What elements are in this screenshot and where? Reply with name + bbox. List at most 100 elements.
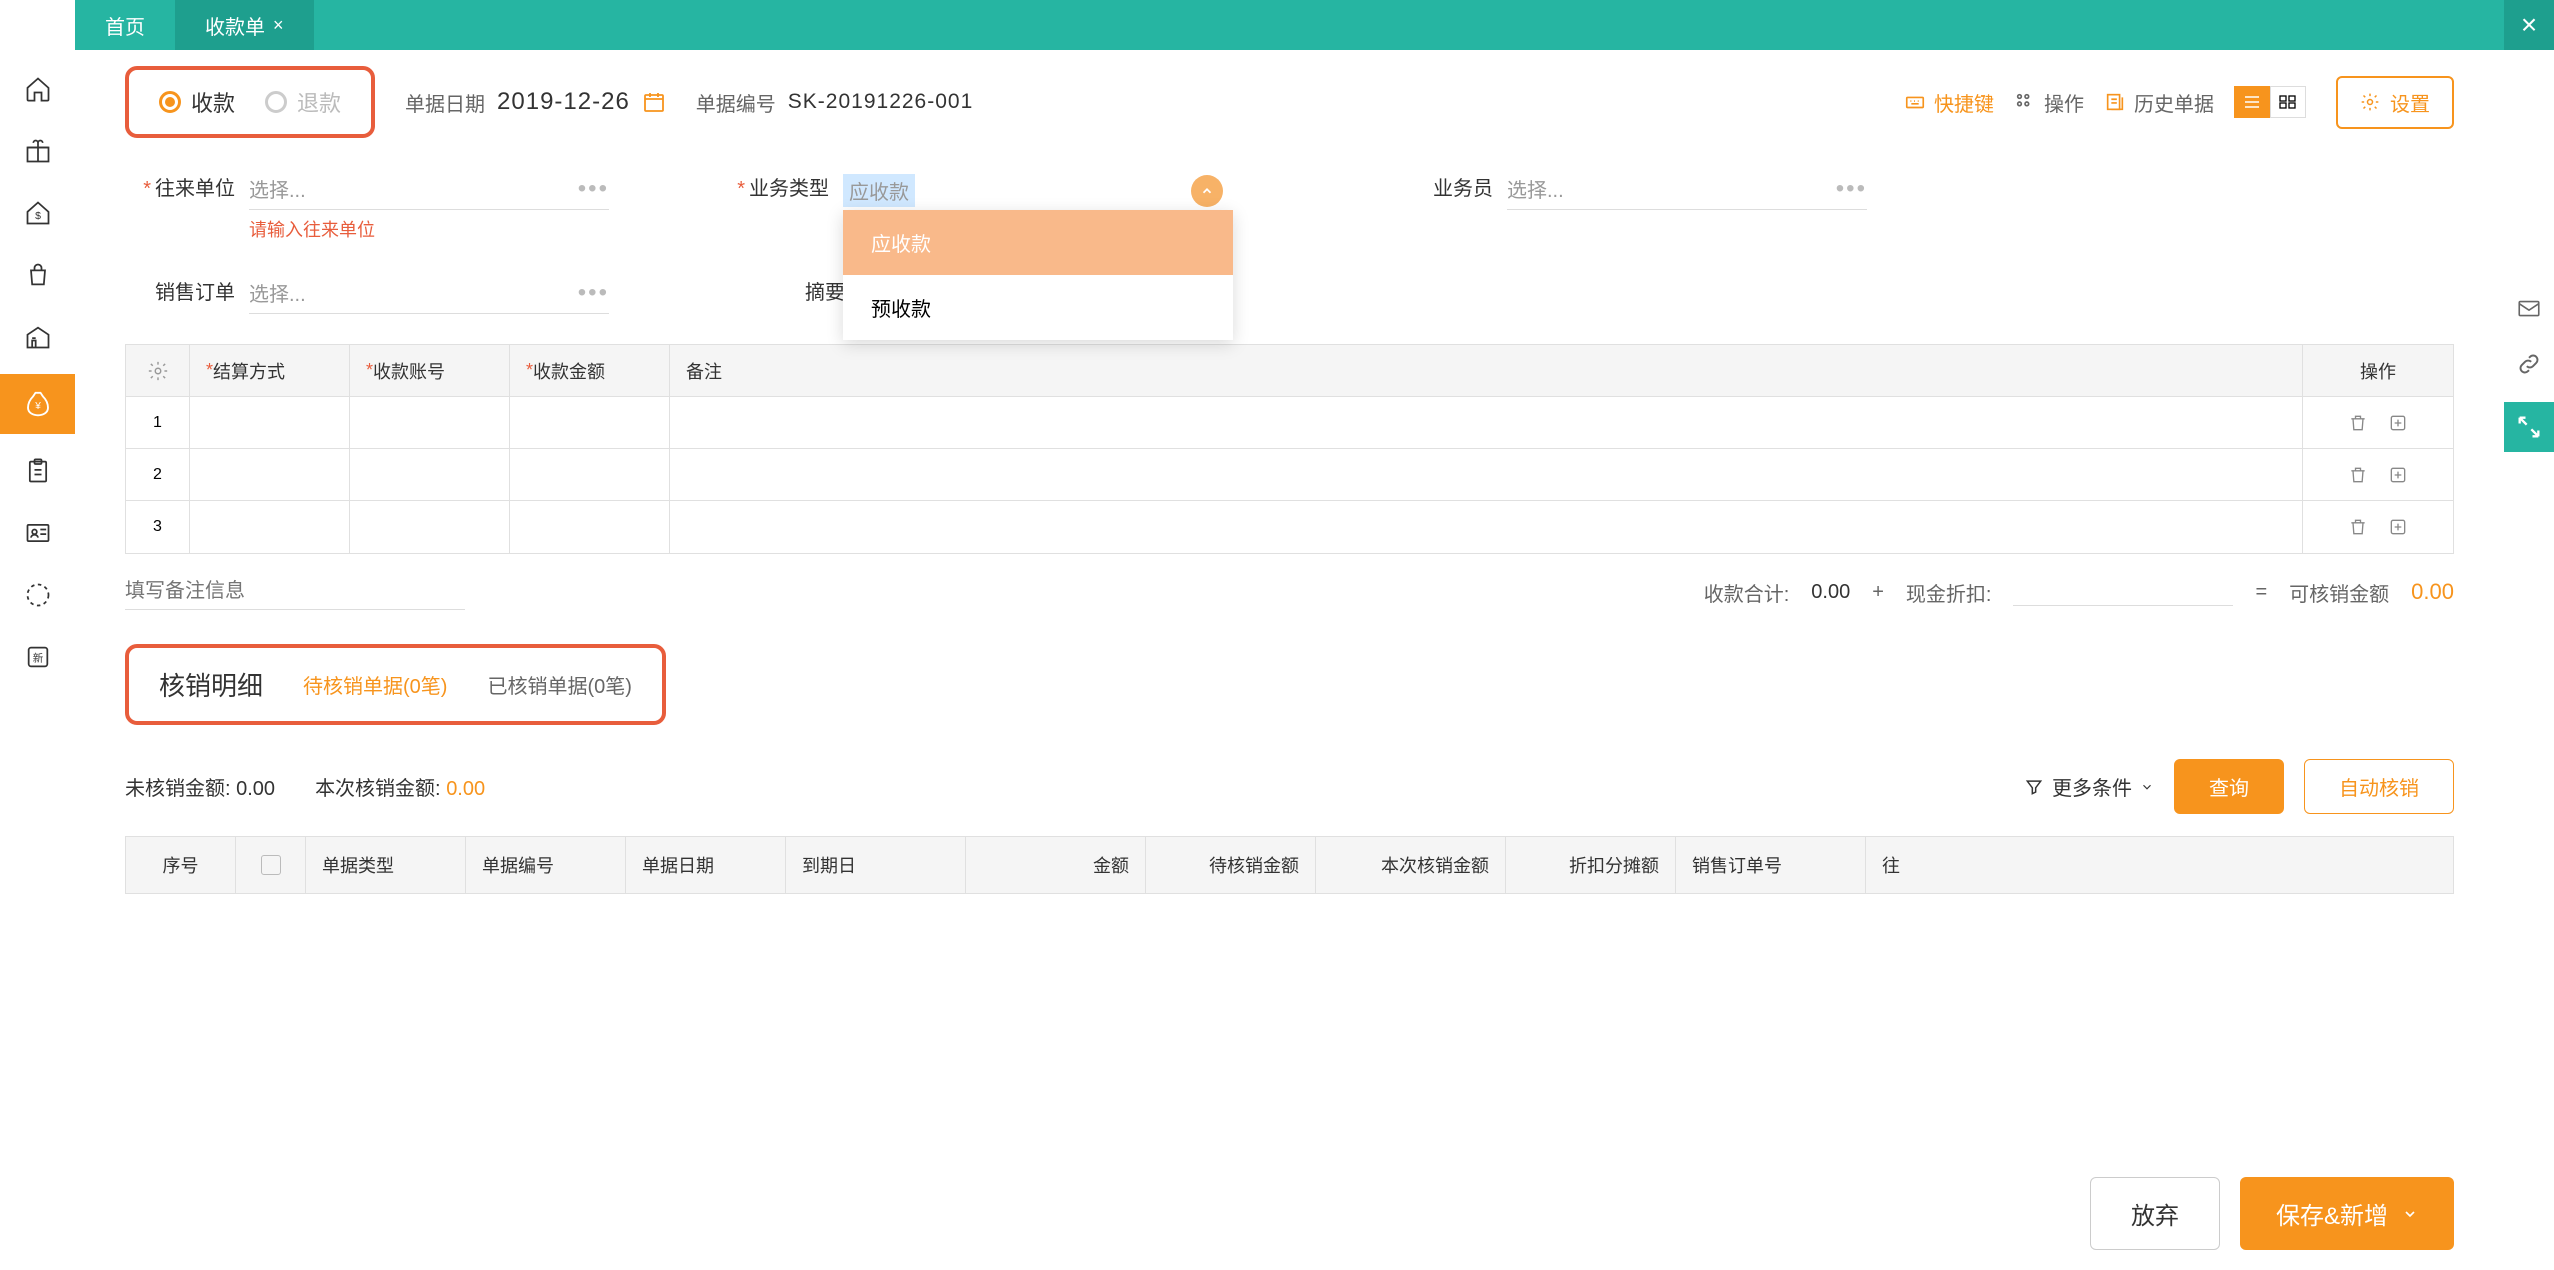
discount-input[interactable] xyxy=(2013,578,2233,606)
cell[interactable] xyxy=(190,501,350,553)
history-link[interactable]: 历史单据 xyxy=(2104,88,2214,117)
operate-link[interactable]: 操作 xyxy=(2014,88,2084,117)
table-row: 1 xyxy=(126,397,2453,449)
cell[interactable] xyxy=(190,449,350,500)
partner-input[interactable]: 选择... ••• xyxy=(249,168,609,210)
view-list-button[interactable] xyxy=(2234,86,2270,118)
label: 保存&新增 xyxy=(2276,1196,2388,1231)
view-grid-button[interactable] xyxy=(2270,86,2306,118)
verify-tab-pending[interactable]: 待核销单据(0笔) xyxy=(303,670,447,699)
tab-home[interactable]: 首页 xyxy=(75,0,175,50)
refresh-icon[interactable] xyxy=(21,578,55,612)
number-value: SK-20191226-001 xyxy=(788,90,973,114)
discard-button[interactable]: 放弃 xyxy=(2090,1177,2220,1250)
verify-grid: 序号 单据类型 单据编号 单据日期 到期日 金额 待核销金额 本次核销金额 折扣… xyxy=(125,836,2454,894)
mail-icon[interactable] xyxy=(2511,290,2547,326)
col-header: *收款金额 xyxy=(510,345,670,396)
price-house-icon[interactable]: $ xyxy=(21,196,55,230)
cell[interactable] xyxy=(350,397,510,448)
cell[interactable] xyxy=(510,397,670,448)
cell[interactable] xyxy=(670,449,2303,500)
query-button[interactable]: 查询 xyxy=(2174,759,2284,814)
col-header: 序号 xyxy=(126,837,236,893)
gift-icon[interactable] xyxy=(21,134,55,168)
row-ops xyxy=(2303,501,2453,553)
more-icon[interactable]: ••• xyxy=(578,279,609,307)
field-label: 业务员 xyxy=(1383,168,1493,201)
operator-input[interactable]: 选择... ••• xyxy=(1507,168,1867,210)
operator-field: 业务员 选择... ••• xyxy=(1383,168,1867,242)
cell[interactable] xyxy=(510,449,670,500)
cell[interactable] xyxy=(510,501,670,553)
delete-icon[interactable] xyxy=(2348,413,2368,433)
placeholder: 选择... xyxy=(1507,174,1564,203)
add-icon[interactable] xyxy=(2388,517,2408,537)
contact-icon[interactable] xyxy=(21,516,55,550)
remark-input[interactable] xyxy=(125,574,465,610)
col-header: 往 xyxy=(1866,837,2453,893)
delete-icon[interactable] xyxy=(2348,517,2368,537)
tab-receipt[interactable]: 收款单 × xyxy=(175,0,314,50)
more-conditions-button[interactable]: 更多条件 xyxy=(2024,772,2154,801)
bag-icon[interactable] xyxy=(21,258,55,292)
summary-row: 收款合计: 0.00 + 现金折扣: = 可核销金额 0.00 xyxy=(125,574,2454,610)
clipboard-icon[interactable] xyxy=(21,454,55,488)
warehouse-icon[interactable] xyxy=(21,320,55,354)
chevron-down-icon xyxy=(2402,1206,2418,1222)
settings-label: 设置 xyxy=(2390,88,2430,117)
checkbox-icon[interactable] xyxy=(261,855,281,875)
link-icon[interactable] xyxy=(2511,346,2547,382)
shortcut-link[interactable]: 快捷键 xyxy=(1904,88,1994,117)
checkbox-header[interactable] xyxy=(236,837,306,893)
toolbar: 收款 退款 单据日期 2019-12-26 单据编号 SK-20191226-0… xyxy=(125,70,2454,134)
cell[interactable] xyxy=(190,397,350,448)
biztype-select[interactable]: 应收款 xyxy=(843,168,1223,214)
verify-filter: 未核销金额: 0.00 本次核销金额: 0.00 更多条件 查询 自动核销 xyxy=(125,759,2454,814)
auto-verify-button[interactable]: 自动核销 xyxy=(2304,759,2454,814)
discount-label: 现金折扣: xyxy=(1906,578,1992,607)
money-bag-icon[interactable]: ¥ xyxy=(0,374,75,434)
col-header: 本次核销金额 xyxy=(1316,837,1506,893)
save-new-button[interactable]: 保存&新增 xyxy=(2240,1177,2454,1250)
expand-icon[interactable] xyxy=(2504,402,2554,452)
dropdown-option[interactable]: 预收款 xyxy=(843,275,1233,340)
col-header: *收款账号 xyxy=(350,345,510,396)
tab-label: 收款单 xyxy=(205,11,265,40)
salesorder-field: 销售订单 选择... ••• xyxy=(125,272,609,314)
calendar-icon[interactable] xyxy=(642,90,666,114)
add-icon[interactable] xyxy=(2388,465,2408,485)
salesorder-input[interactable]: 选择... ••• xyxy=(249,272,609,314)
form-area: *往来单位 选择... ••• 请输入往来单位 *业务类型 应收款 xyxy=(125,168,2454,314)
type-radio-group: 收款 退款 xyxy=(125,66,375,138)
label: 本次核销金额: xyxy=(315,778,441,800)
cell[interactable] xyxy=(350,501,510,553)
new-icon[interactable]: 新 xyxy=(21,640,55,674)
add-icon[interactable] xyxy=(2388,413,2408,433)
home-icon[interactable] xyxy=(21,72,55,106)
chevron-up-icon[interactable] xyxy=(1191,175,1223,207)
more-icon[interactable]: ••• xyxy=(578,175,609,203)
grid-header: *结算方式 *收款账号 *收款金额 备注 操作 xyxy=(126,345,2453,397)
writable-value: 0.00 xyxy=(2411,579,2454,605)
field-label: *业务类型 xyxy=(719,168,829,201)
cell[interactable] xyxy=(350,449,510,500)
col-header: 备注 xyxy=(670,345,2303,396)
delete-icon[interactable] xyxy=(2348,465,2368,485)
radio-dot xyxy=(159,91,181,113)
right-rail xyxy=(2504,50,2554,452)
date-value[interactable]: 2019-12-26 xyxy=(497,88,630,116)
gear-cell[interactable] xyxy=(126,345,190,396)
verify-tab-done[interactable]: 已核销单据(0笔) xyxy=(487,670,631,699)
verify-filter-right: 更多条件 查询 自动核销 xyxy=(2024,759,2454,814)
dropdown-option[interactable]: 应收款 xyxy=(843,210,1233,275)
settings-button[interactable]: 设置 xyxy=(2336,76,2454,129)
cell[interactable] xyxy=(670,501,2303,553)
table-row: 3 xyxy=(126,501,2453,553)
tab-label: 首页 xyxy=(105,11,145,40)
more-icon[interactable]: ••• xyxy=(1836,175,1867,203)
tab-close-icon[interactable]: × xyxy=(273,16,284,34)
cell[interactable] xyxy=(670,397,2303,448)
window-close-button[interactable]: × xyxy=(2504,0,2554,50)
radio-receipt[interactable]: 收款 xyxy=(159,86,235,118)
radio-refund[interactable]: 退款 xyxy=(265,86,341,118)
